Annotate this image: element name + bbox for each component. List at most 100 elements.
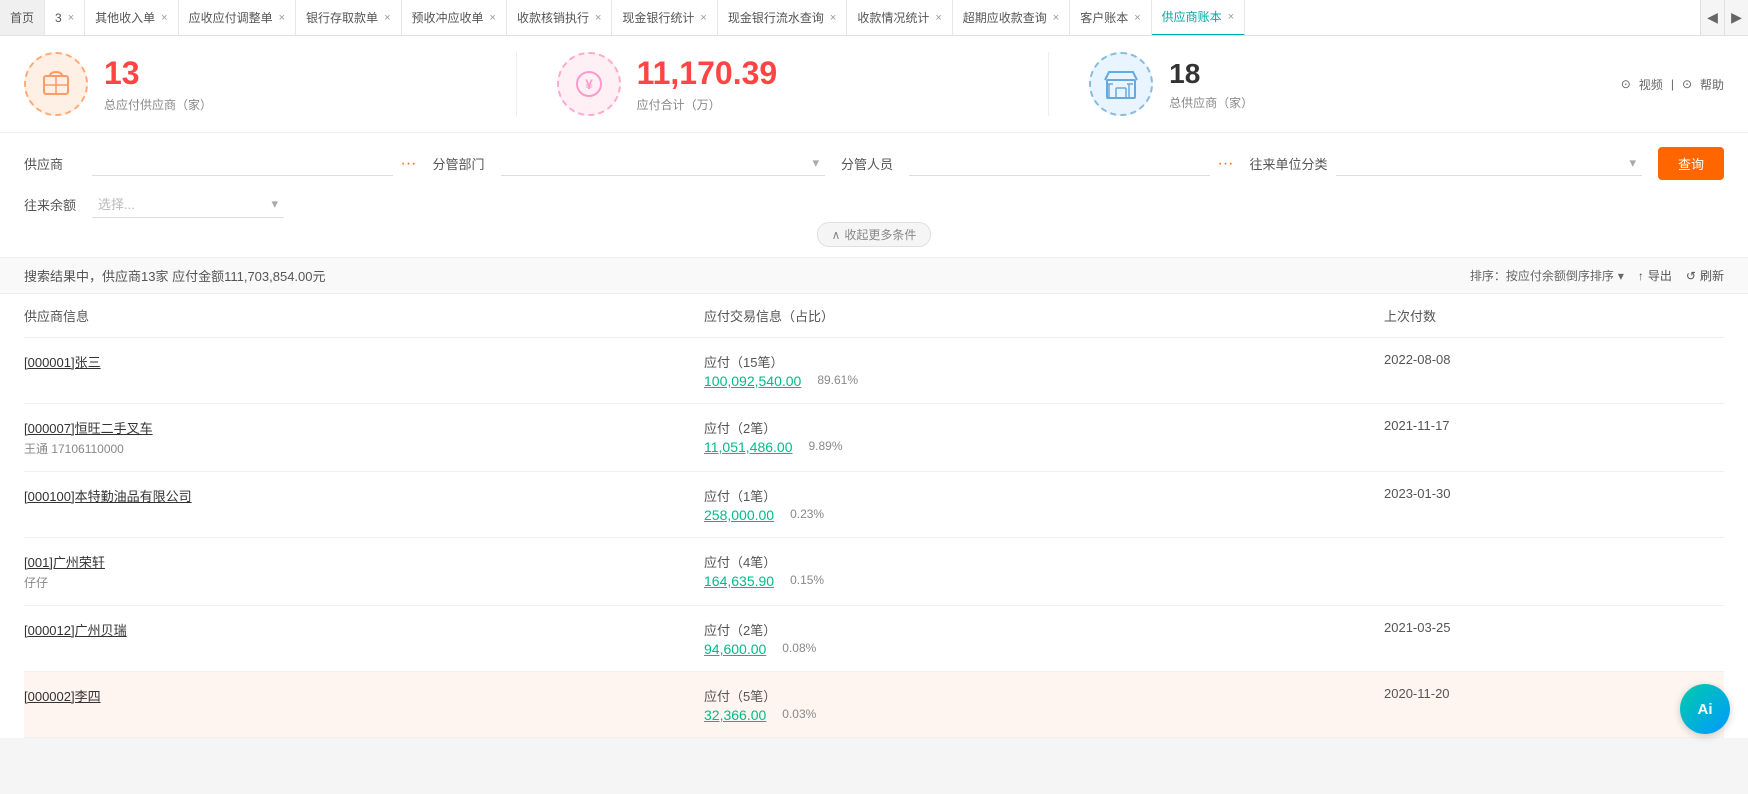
nav-left-arrow[interactable]: ◀ [1700,0,1724,36]
supplier-input[interactable] [92,152,393,176]
supplier-cell-6: [000002]李四 [24,686,704,705]
filter-balance: 往来余额 选择... ▾ [24,190,284,218]
supplier-link-5[interactable]: [000012]广州贝瑞 [24,623,127,638]
nav-tab-home[interactable]: 首页 [0,0,45,36]
export-button[interactable]: ↑ 导出 [1638,267,1672,284]
sort-select[interactable]: 排序：按应付余额倒序排序 ▾ [1470,267,1624,284]
pay-percent-3: 0.23% [790,507,824,521]
last-pay-date-3: 2023-01-30 [1384,486,1451,501]
nav-tab-prepay[interactable]: 预收冲应收单 × [402,0,507,36]
collapse-button[interactable]: ∧ 收起更多条件 [817,222,932,247]
dept-select[interactable]: ▾ [501,151,826,176]
ai-assistant-button[interactable]: Ai [1680,684,1730,734]
pay-cell-1: 应付（15笔） 100,092,540.00 89.61% [704,352,1384,389]
close-icon[interactable]: × [161,12,167,24]
supplier-link-3[interactable]: [000100]本特勤油品有限公司 [24,489,192,504]
pay-amount-2[interactable]: 11,051,486.00 [704,439,793,455]
link-separator: | [1671,77,1674,91]
pay-row-3: 258,000.00 0.23% [704,505,1384,523]
stats-bar: 13 总应付供应商（家） ¥ 11,170.39 应付合计（万） [0,36,1748,133]
supplier-link-6[interactable]: [000002]李四 [24,689,101,704]
nav-tab-verify[interactable]: 收款核销执行 × [507,0,612,36]
ai-button-label: Ai [1698,701,1713,718]
nav-tab-adjustment[interactable]: 应收应付调整单 × [179,0,296,36]
nav-tab-adjustment-label: 应收应付调整单 [189,9,273,26]
close-icon[interactable]: × [700,12,706,24]
nav-tab-overdue-label: 超期应收款查询 [963,9,1047,26]
last-pay-date-5: 2021-03-25 [1384,620,1451,635]
help-link[interactable]: 帮助 [1700,76,1724,93]
nav-tab-customer-book[interactable]: 客户账本 × [1070,0,1151,36]
supplier-link-1[interactable]: [000001]张三 [24,355,101,370]
nav-tab-3[interactable]: 3 × [45,0,85,36]
help-icon[interactable]: ⊙ [1682,77,1692,91]
supplier-dots-icon[interactable]: ··· [401,155,417,173]
query-button[interactable]: 查询 [1658,147,1724,180]
supplier-cell-2: [000007]恒旺二手叉车 王通 17106110000 [24,418,704,457]
result-summary-text: 搜索结果中，供应商13家 应付金额111,703,854.00元 [24,266,326,285]
close-icon[interactable]: × [1134,12,1140,24]
person-dots-icon[interactable]: ··· [1218,155,1234,173]
balance-placeholder: 选择... [98,194,135,213]
nav-tab-supplier-book[interactable]: 供应商账本 × [1152,0,1245,36]
close-icon[interactable]: × [384,12,390,24]
nav-tab-bank[interactable]: 银行存取款单 × [296,0,401,36]
close-icon[interactable]: × [1053,12,1059,24]
result-actions: 排序：按应付余额倒序排序 ▾ ↑ 导出 ↺ 刷新 [1470,267,1724,284]
pay-cell-3: 应付（1笔） 258,000.00 0.23% [704,486,1384,523]
nav-tab-overdue[interactable]: 超期应收款查询 × [953,0,1070,36]
table-header: 供应商信息 应付交易信息（占比） 上次付数 [24,294,1724,338]
refresh-button[interactable]: ↺ 刷新 [1686,267,1724,284]
pay-percent-6: 0.03% [782,707,816,721]
video-link[interactable]: 视频 [1639,76,1663,93]
table-row: [000001]张三 应付（15笔） 100,092,540.00 89.61%… [24,338,1724,404]
pay-amount-3[interactable]: 258,000.00 [704,507,774,523]
refresh-icon: ↺ [1686,269,1696,283]
pay-row-1: 100,092,540.00 89.61% [704,371,1384,389]
pay-cell-4: 应付（4笔） 164,635.90 0.15% [704,552,1384,589]
pay-row-4: 164,635.90 0.15% [704,571,1384,589]
nav-tab-bank-label: 银行存取款单 [306,9,378,26]
refresh-label: 刷新 [1700,267,1724,284]
supplier-link-4[interactable]: [001]广州荣轩 [24,555,105,570]
collapse-label: 收起更多条件 [844,226,916,243]
nav-tab-receipt-stat[interactable]: 收款情况统计 × [847,0,952,36]
pay-amount-4[interactable]: 164,635.90 [704,573,774,589]
table-row: [000007]恒旺二手叉车 王通 17106110000 应付（2笔） 11,… [24,404,1724,472]
last-pay-cell-6: 2020-11-20 [1384,686,1724,701]
pay-amount-5[interactable]: 94,600.00 [704,641,766,657]
nav-tab-other-income-label: 其他收入单 [95,9,155,26]
pay-label-2: 应付（2笔） [704,421,776,436]
nav-tab-cash-flow-label: 现金银行流水查询 [728,9,824,26]
close-icon[interactable]: × [68,12,74,24]
stat-value-all-suppliers: 18 [1169,58,1253,90]
pay-percent-4: 0.15% [790,573,824,587]
close-icon[interactable]: × [279,12,285,24]
person-input[interactable] [909,152,1210,176]
collapse-button-container: ∧ 收起更多条件 [24,222,1724,247]
stat-info-total: 11,170.39 应付合计（万） [637,55,778,113]
table-row: [001]广州荣轩 仔仔 应付（4笔） 164,635.90 0.15% [24,538,1724,606]
supplier-link-2[interactable]: [000007]恒旺二手叉车 [24,421,153,436]
close-icon[interactable]: × [935,12,941,24]
pay-amount-1[interactable]: 100,092,540.00 [704,373,801,389]
close-icon[interactable]: × [830,12,836,24]
balance-select[interactable]: 选择... ▾ [92,190,284,218]
close-icon[interactable]: × [595,12,601,24]
close-icon[interactable]: × [1228,11,1234,23]
stat-info-all-suppliers: 18 总供应商（家） [1169,58,1253,111]
nav-tab-3-label: 3 [55,11,62,25]
nav-tab-supplier-book-label: 供应商账本 [1162,8,1222,25]
filter-area: 供应商 ··· 分管部门 ▾ 分管人员 ··· 往来单位分类 ▾ 查询 往来余额 [0,133,1748,258]
close-icon[interactable]: × [490,12,496,24]
category-select[interactable]: ▾ [1336,151,1642,176]
pay-amount-6[interactable]: 32,366.00 [704,707,766,723]
nav-tab-cash-flow[interactable]: 现金银行流水查询 × [718,0,847,36]
stat-value-payable: 13 [104,55,212,92]
table-row: [000002]李四 应付（5笔） 32,366.00 0.03% 2020-1… [24,672,1724,738]
nav-tab-other-income[interactable]: 其他收入单 × [85,0,178,36]
nav-tab-cash-stat[interactable]: 现金银行统计 × [612,0,717,36]
pay-row-5: 94,600.00 0.08% [704,639,1384,657]
video-icon[interactable]: ⊙ [1621,77,1631,91]
nav-right-arrow[interactable]: ▶ [1724,0,1748,36]
